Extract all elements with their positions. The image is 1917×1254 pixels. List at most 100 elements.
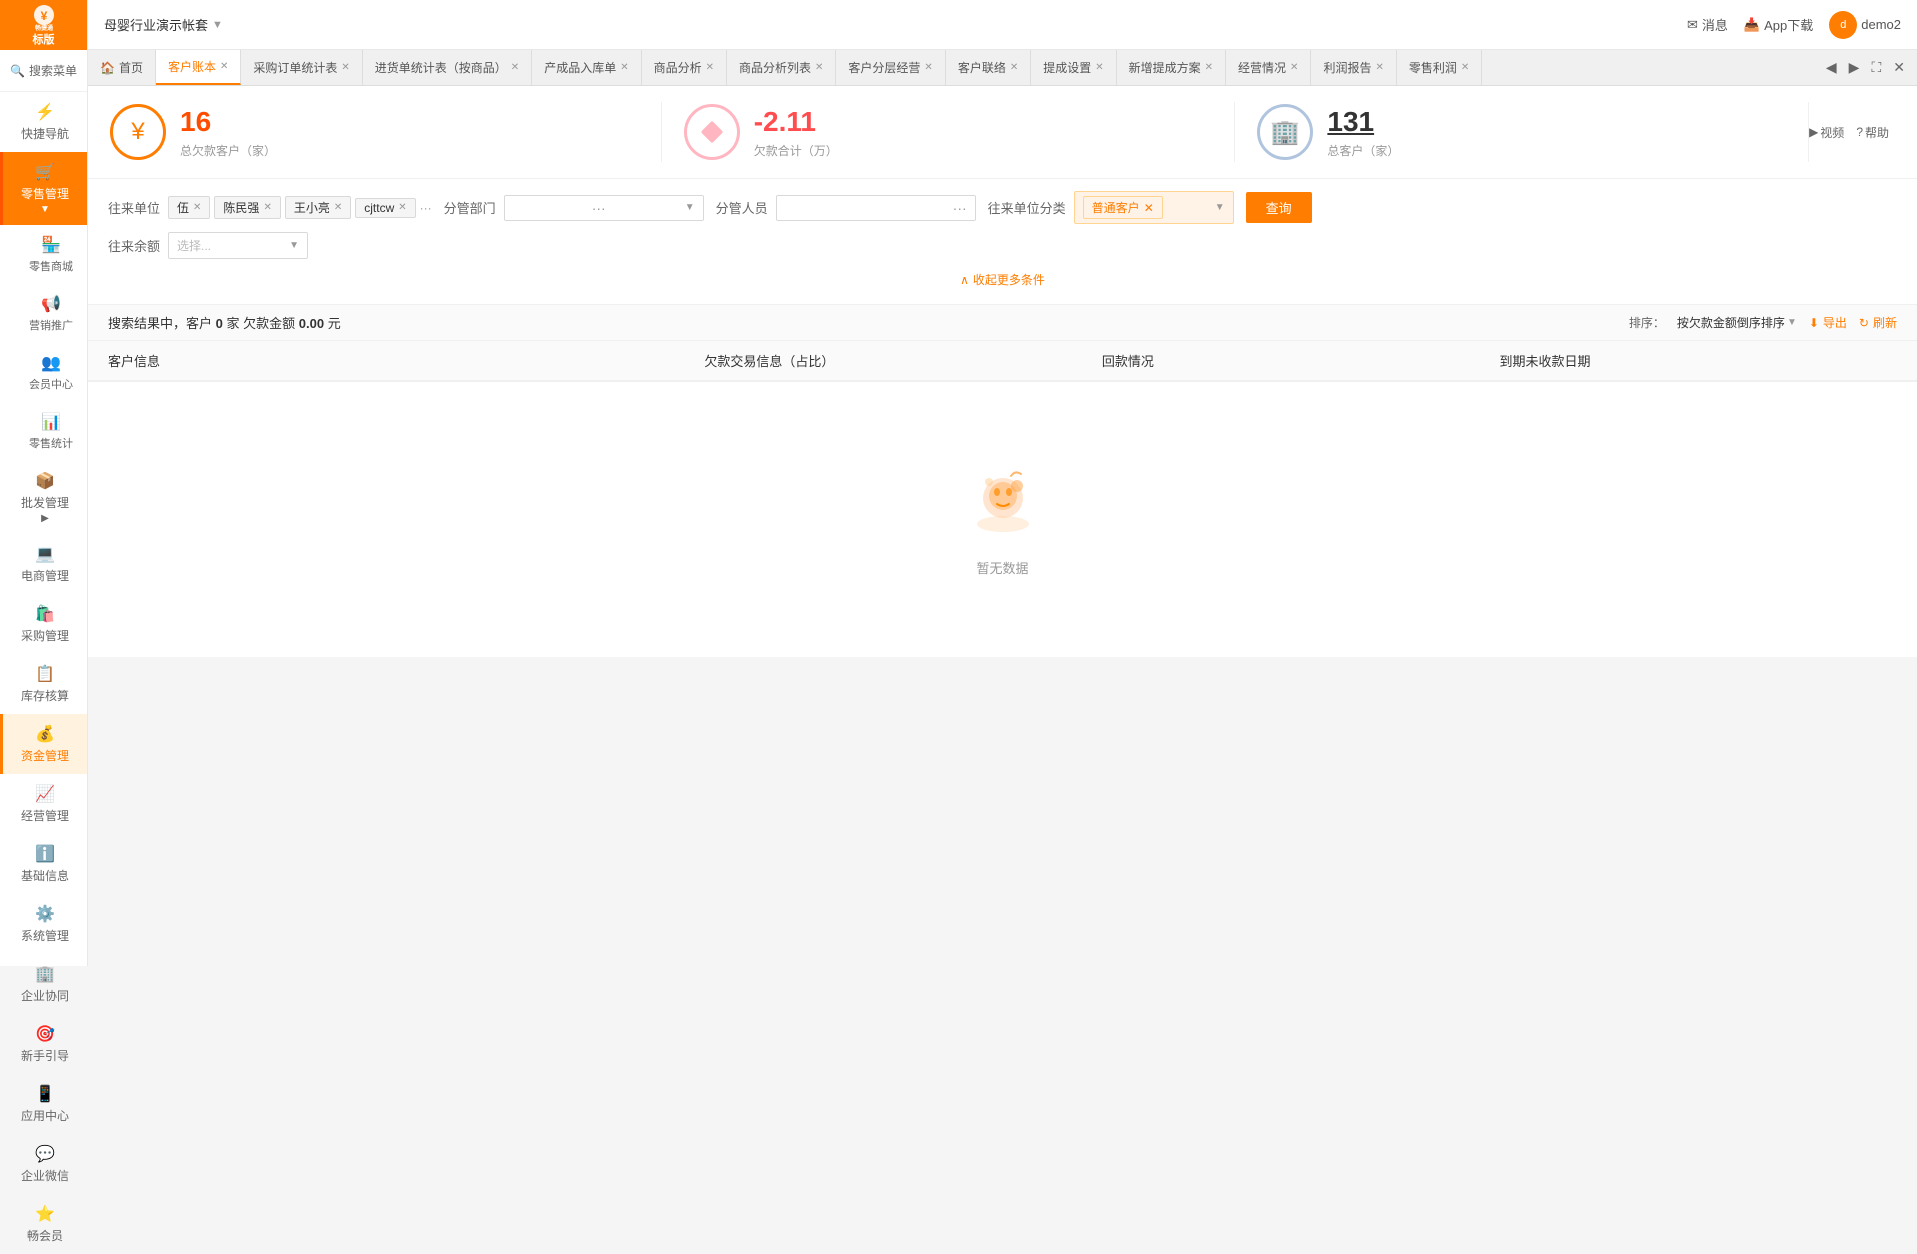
tab-new-promo[interactable]: 新增提成方案 ✕: [1117, 50, 1226, 85]
tab-customer-segment[interactable]: 客户分层经营 ✕: [836, 50, 945, 85]
filter-tag-cjttcw-close[interactable]: ✕: [398, 202, 406, 213]
tab-product-analysis-list[interactable]: 商品分析列表 ✕: [727, 50, 836, 85]
filter-tag-wu-close[interactable]: ✕: [193, 202, 201, 213]
filter-more-tags[interactable]: ···: [420, 201, 432, 215]
person-filter-input[interactable]: ···: [776, 195, 976, 221]
video-icon: ▶: [1809, 125, 1818, 139]
filter-tag-wang-close[interactable]: ✕: [334, 202, 342, 213]
tab-promotion-settings[interactable]: 提成设置 ✕: [1031, 50, 1116, 85]
tab-close-purchase-order[interactable]: ✕: [341, 62, 349, 73]
tab-maximize-button[interactable]: ⛶: [1867, 57, 1885, 78]
tab-retail-profit[interactable]: 零售利润 ✕: [1397, 50, 1482, 85]
dept-filter-input[interactable]: ··· ▼: [504, 195, 704, 221]
page-content: ¥ 16 总欠款客户（家） -2.11: [88, 86, 1917, 657]
account-selector[interactable]: 母婴行业演示帐套 ▼: [104, 15, 223, 34]
finance-label: 资金管理: [21, 747, 69, 764]
wechat-icon: 💬: [35, 1144, 55, 1164]
sidebar-item-enterprise[interactable]: 🏢 企业协同: [0, 954, 87, 1014]
tab-home[interactable]: 🏠 首页: [88, 50, 156, 85]
message-button[interactable]: ✉ 消息: [1687, 15, 1728, 34]
sidebar-item-app-center[interactable]: 📱 应用中心: [0, 1074, 87, 1134]
quick-nav-label: 快捷导航: [21, 125, 69, 142]
marketing-label: 营销推广: [29, 317, 73, 333]
tab-scroll-left-button[interactable]: ◀: [1822, 57, 1841, 78]
sidebar-item-basic-info[interactable]: ℹ️ 基础信息: [0, 834, 87, 894]
tab-purchase-order[interactable]: 采购订单统计表 ✕: [241, 50, 362, 85]
stat-building-icon: 🏢: [1255, 102, 1315, 162]
sidebar-item-wholesale[interactable]: 📦 批发管理 ▶: [0, 461, 87, 534]
system-label: 系统管理: [21, 927, 69, 944]
dept-input-dots-icon: ···: [592, 200, 606, 216]
video-link[interactable]: ▶ 视频: [1809, 124, 1844, 141]
sidebar-item-retail[interactable]: 🛒 零售管理 ▼: [0, 152, 87, 225]
user-profile[interactable]: d demo2: [1829, 11, 1901, 39]
collapse-button[interactable]: ∧ 收起更多条件: [948, 267, 1057, 292]
tab-close-customer-contact[interactable]: ✕: [1010, 62, 1018, 73]
sidebar-item-system[interactable]: ⚙️ 系统管理: [0, 894, 87, 954]
tab-close-product-analysis[interactable]: ✕: [706, 62, 714, 73]
app-download-button[interactable]: 📥 App下载: [1744, 15, 1813, 34]
sidebar-item-purchase[interactable]: 🛍️ 采购管理: [0, 594, 87, 654]
diamond-symbol: [700, 121, 723, 144]
tab-stock-stats[interactable]: 进货单统计表（按商品） ✕: [363, 50, 532, 85]
filter-tag-chen-text: 陈民强: [223, 199, 259, 216]
tab-close-retail-profit[interactable]: ✕: [1461, 62, 1469, 73]
sidebar-item-ecommerce[interactable]: 💻 电商管理: [0, 534, 87, 594]
tab-close-promotion-settings[interactable]: ✕: [1095, 62, 1103, 73]
tab-close-all-button[interactable]: ✕: [1889, 57, 1909, 78]
filter-tag-wu: 伍 ✕: [168, 196, 210, 219]
tab-close-profit-report[interactable]: ✕: [1375, 62, 1383, 73]
sidebar-item-wechat[interactable]: 💬 企业微信: [0, 1134, 87, 1194]
basic-info-icon: ℹ️: [35, 844, 55, 864]
total-debt-customers-number: 16: [180, 105, 276, 139]
sidebar-item-retail-mall[interactable]: 🏪 零售商城: [0, 225, 87, 284]
total-customers-label: 总客户（家）: [1327, 142, 1399, 159]
filter-tag-chen-close[interactable]: ✕: [263, 202, 271, 213]
query-button[interactable]: 查询: [1246, 192, 1312, 223]
unit-type-tag-close[interactable]: ✕: [1144, 201, 1154, 215]
tab-close-product-instock[interactable]: ✕: [620, 62, 628, 73]
tab-close-business-status[interactable]: ✕: [1290, 62, 1298, 73]
tab-close-product-analysis-list[interactable]: ✕: [815, 62, 823, 73]
sidebar-item-marketing[interactable]: 📢 营销推广: [0, 284, 87, 343]
tab-product-analysis[interactable]: 商品分析 ✕: [642, 50, 727, 85]
tab-close-customer-account[interactable]: ✕: [220, 61, 228, 72]
sidebar-item-operations[interactable]: 📈 经营管理: [0, 774, 87, 834]
tab-close-customer-segment[interactable]: ✕: [924, 62, 932, 73]
sort-select[interactable]: 按欠款金额倒序排序 ▼: [1677, 314, 1797, 331]
filter-tag-wu-text: 伍: [177, 199, 189, 216]
refresh-button[interactable]: ↻ 刷新: [1859, 314, 1897, 331]
tab-close-stock-stats[interactable]: ✕: [511, 62, 519, 73]
sort-label: 排序：: [1629, 314, 1665, 331]
account-name: 母婴行业演示帐套: [104, 15, 208, 34]
tab-customer-contact[interactable]: 客户联络 ✕: [946, 50, 1031, 85]
export-button[interactable]: ⬇ 导出: [1809, 314, 1847, 331]
stat-debt-total: -2.11 欠款合计（万）: [662, 102, 1236, 162]
tab-close-new-promo[interactable]: ✕: [1205, 62, 1213, 73]
sidebar-item-newbie[interactable]: 🎯 新手引导: [0, 1014, 87, 1074]
help-link[interactable]: ? 帮助: [1856, 124, 1889, 141]
unit-type-selected-tag: 普通客户 ✕: [1083, 196, 1163, 219]
sidebar-item-quick-nav[interactable]: ⚡ 快捷导航: [0, 92, 87, 152]
operations-label: 经营管理: [21, 807, 69, 824]
sidebar-item-member[interactable]: 👥 会员中心: [0, 343, 87, 402]
sidebar-item-retail-stats[interactable]: 📊 零售统计: [0, 402, 87, 461]
sidebar-item-vip[interactable]: ⭐ 畅会员: [0, 1194, 87, 1254]
table-col-debt-info: 欠款交易信息（占比）: [704, 351, 1102, 370]
sidebar-item-finance[interactable]: 💰 资金管理: [0, 714, 87, 774]
building-symbol: 🏢: [1270, 118, 1300, 147]
tab-scroll-right-button[interactable]: ▶: [1845, 57, 1864, 78]
message-label: 消息: [1702, 15, 1728, 34]
tab-profit-report[interactable]: 利润报告 ✕: [1311, 50, 1396, 85]
tab-business-status[interactable]: 经营情况 ✕: [1226, 50, 1311, 85]
unit-type-select[interactable]: 普通客户 ✕ ▼: [1074, 191, 1234, 224]
header-left: 母婴行业演示帐套 ▼: [104, 15, 223, 34]
search-menu-button[interactable]: 🔍 搜索菜单: [6, 58, 81, 83]
tab-customer-account[interactable]: 客户账本 ✕: [156, 50, 241, 85]
filter-tag-cjttcw: cjttcw ✕: [355, 198, 415, 218]
balance-select-wrapper: 选择... ▼: [168, 232, 308, 259]
tab-product-instock[interactable]: 产成品入库单 ✕: [532, 50, 641, 85]
balance-select[interactable]: 选择... ▼: [168, 232, 308, 259]
logo-text: 标版: [33, 33, 55, 47]
sidebar-item-inventory[interactable]: 📋 库存核算: [0, 654, 87, 714]
